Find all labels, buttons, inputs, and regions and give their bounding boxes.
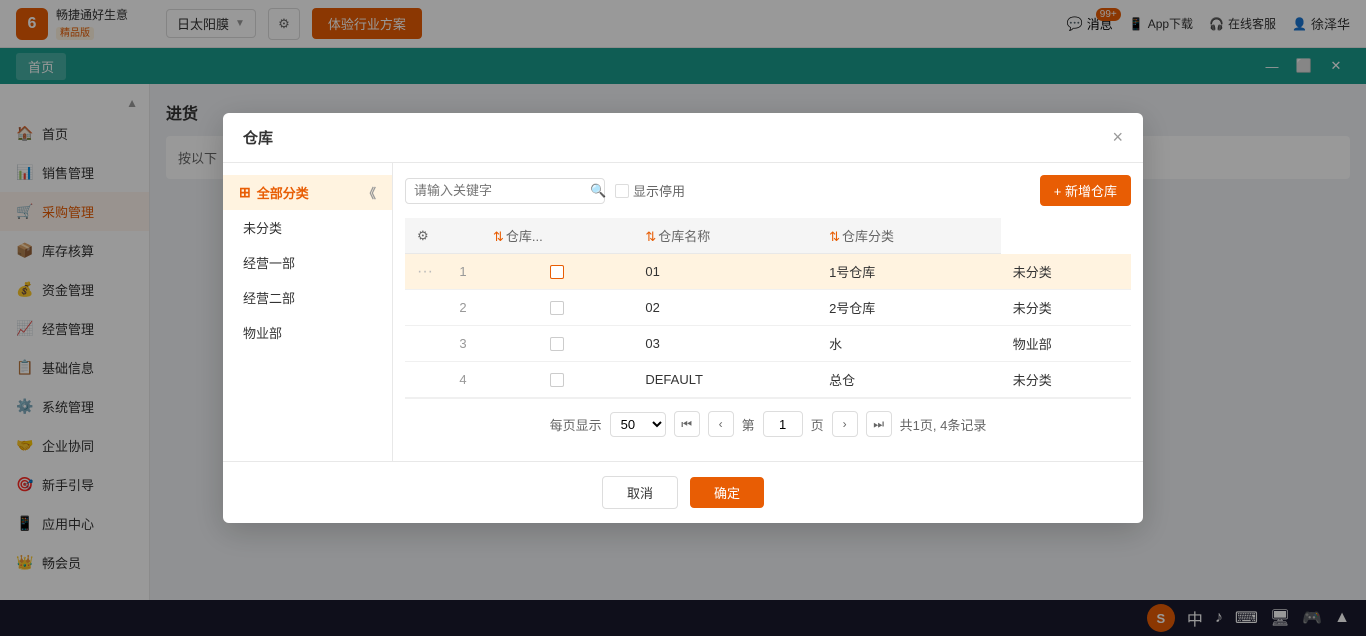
row-num-cell: 1 <box>445 254 481 290</box>
row-name-cell: 2号仓库 <box>817 290 1001 326</box>
search-input[interactable] <box>414 183 590 198</box>
category-collapse-btn[interactable]: 《 <box>363 183 376 202</box>
sort-icon-category: ⇅ <box>829 229 840 244</box>
category-all-label: 全部分类 <box>257 183 309 202</box>
row-code-cell: DEFAULT <box>633 362 817 398</box>
row-cb-cell[interactable] <box>481 326 633 362</box>
modal-close-button[interactable]: × <box>1112 127 1123 148</box>
row-name-cell: 水 <box>817 326 1001 362</box>
row-category-cell: 未分类 <box>1001 362 1131 398</box>
modal-overlay[interactable]: 仓库 × ⊞ 全部分类 《 未分类 经营一部 经营二部 物业部 <box>0 0 1366 636</box>
row-num-cell: 3 <box>445 326 481 362</box>
table-scroll-area: ⚙ ⇅仓库... ⇅仓库名称 ⇅仓库分类 <box>405 218 1131 398</box>
row-cb-cell[interactable] <box>481 254 633 290</box>
first-page-btn[interactable]: ⏮ <box>674 411 700 437</box>
cancel-button[interactable]: 取消 <box>602 476 678 509</box>
category-item-property[interactable]: 物业部 <box>223 315 392 350</box>
row-name-cell: 1号仓库 <box>817 254 1001 290</box>
category-panel: ⊞ 全部分类 《 未分类 经营一部 经营二部 物业部 <box>223 163 393 461</box>
row-category-cell: 未分类 <box>1001 254 1131 290</box>
row-name-cell: 总仓 <box>817 362 1001 398</box>
page-unit: 页 <box>811 415 824 434</box>
row-settings-cell: ··· <box>405 254 445 290</box>
page-number-input[interactable] <box>763 411 803 437</box>
th-checkbox <box>445 218 481 254</box>
table-panel: 🔍 显示停用 + 新增仓库 ⚙ <box>393 163 1143 461</box>
row-settings-cell <box>405 326 445 362</box>
grid-icon: ⊞ <box>239 184 251 201</box>
sort-icon-name: ⇅ <box>645 229 656 244</box>
modal-body: ⊞ 全部分类 《 未分类 经营一部 经营二部 物业部 🔍 <box>223 163 1143 461</box>
per-page-label: 每页显示 <box>550 415 602 434</box>
row-cb-cell[interactable] <box>481 290 633 326</box>
table-row[interactable]: 3 03 水 物业部 <box>405 326 1131 362</box>
row-code-cell: 01 <box>633 254 817 290</box>
row-num-cell: 2 <box>445 290 481 326</box>
modal-header: 仓库 × <box>223 113 1143 163</box>
th-name: ⇅仓库名称 <box>633 218 817 254</box>
pagination: 每页显示 50 100 200 ⏮ ‹ 第 页 › ⏭ 共1页, 4条记录 <box>405 398 1131 449</box>
table-row[interactable]: 2 02 2号仓库 未分类 <box>405 290 1131 326</box>
show-disabled-toggle[interactable]: 显示停用 <box>615 181 685 200</box>
total-info: 共1页, 4条记录 <box>900 415 987 434</box>
per-page-select[interactable]: 50 100 200 <box>610 412 666 437</box>
category-item-ops1[interactable]: 经营一部 <box>223 245 392 280</box>
show-disabled-label: 显示停用 <box>633 181 685 200</box>
category-all-item[interactable]: ⊞ 全部分类 《 <box>223 175 392 210</box>
table-body: ··· 1 01 1号仓库 未分类 2 02 2号仓库 未分类 3 03 水 <box>405 254 1131 398</box>
last-page-btn[interactable]: ⏭ <box>866 411 892 437</box>
category-item-unclassified[interactable]: 未分类 <box>223 210 392 245</box>
toolbar: 🔍 显示停用 + 新增仓库 <box>405 175 1131 206</box>
sort-icon-code: ⇅ <box>493 229 504 244</box>
row-cb-cell[interactable] <box>481 362 633 398</box>
th-code: ⇅仓库... <box>481 218 633 254</box>
search-icon[interactable]: 🔍 <box>590 183 606 199</box>
confirm-button[interactable]: 确定 <box>690 477 764 508</box>
table-row[interactable]: ··· 1 01 1号仓库 未分类 <box>405 254 1131 290</box>
modal-title: 仓库 <box>243 127 273 148</box>
row-settings-cell <box>405 362 445 398</box>
page-label-no: 第 <box>742 415 755 434</box>
next-page-btn[interactable]: › <box>832 411 858 437</box>
category-item-ops2[interactable]: 经营二部 <box>223 280 392 315</box>
row-num-cell: 4 <box>445 362 481 398</box>
prev-page-btn[interactable]: ‹ <box>708 411 734 437</box>
warehouse-modal: 仓库 × ⊞ 全部分类 《 未分类 经营一部 经营二部 物业部 <box>223 113 1143 523</box>
show-disabled-checkbox[interactable] <box>615 184 629 198</box>
modal-footer: 取消 确定 <box>223 461 1143 523</box>
row-category-cell: 未分类 <box>1001 290 1131 326</box>
th-category: ⇅仓库分类 <box>817 218 1001 254</box>
warehouse-table: ⚙ ⇅仓库... ⇅仓库名称 ⇅仓库分类 <box>405 218 1131 398</box>
row-settings-cell <box>405 290 445 326</box>
row-code-cell: 03 <box>633 326 817 362</box>
table-row[interactable]: 4 DEFAULT 总仓 未分类 <box>405 362 1131 398</box>
th-gear: ⚙ <box>405 218 445 254</box>
add-warehouse-button[interactable]: + 新增仓库 <box>1040 175 1131 206</box>
row-category-cell: 物业部 <box>1001 326 1131 362</box>
table-header-row: ⚙ ⇅仓库... ⇅仓库名称 ⇅仓库分类 <box>405 218 1131 254</box>
row-code-cell: 02 <box>633 290 817 326</box>
search-box: 🔍 <box>405 178 605 204</box>
